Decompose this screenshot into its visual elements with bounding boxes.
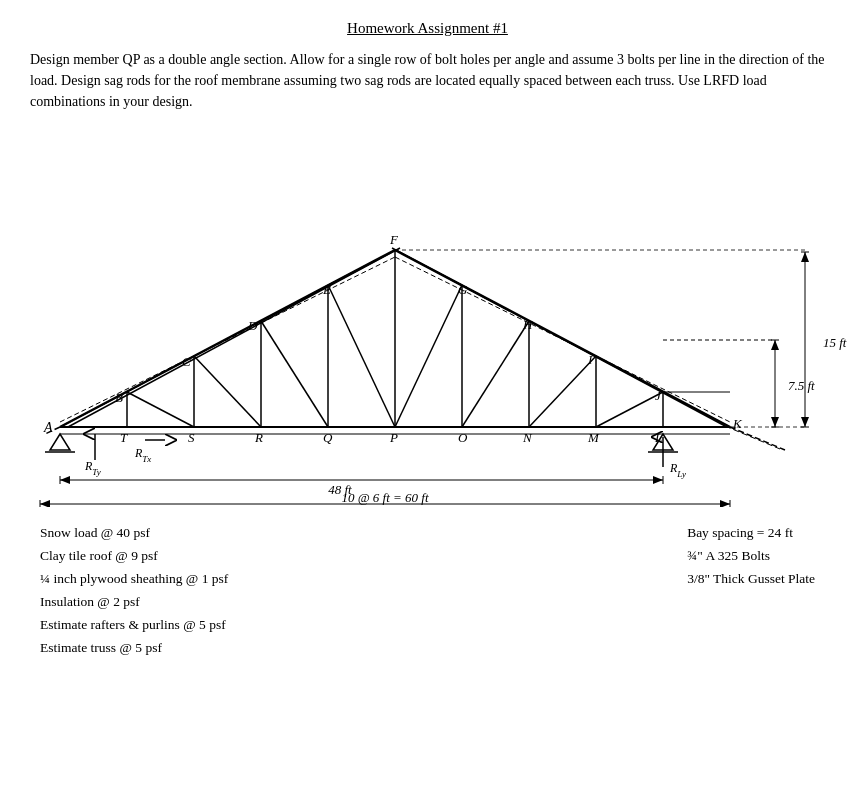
svg-line-36 xyxy=(596,356,663,392)
svg-line-12 xyxy=(127,392,194,427)
label-T: T xyxy=(120,430,128,445)
load-insulation: Insulation @ 2 psf xyxy=(40,591,228,614)
label-G: G xyxy=(458,282,468,297)
bottom-info: Snow load @ 40 psf Clay tile roof @ 9 ps… xyxy=(30,522,825,660)
label-F: F xyxy=(389,232,399,247)
label-N: N xyxy=(522,430,533,445)
label-RLy: RLy xyxy=(669,461,686,479)
svg-line-35 xyxy=(596,392,663,427)
svg-marker-50 xyxy=(653,476,663,484)
label-K: K xyxy=(732,416,743,431)
svg-line-29 xyxy=(462,321,529,427)
svg-line-24 xyxy=(328,250,395,285)
label-A: A xyxy=(43,420,53,435)
page-title: Homework Assignment #1 xyxy=(30,20,825,37)
diagram-area: A B C D E F G H I J K L M N O P Q R S xyxy=(30,132,825,512)
label-P: P xyxy=(389,430,398,445)
label-B: B xyxy=(115,390,123,405)
svg-line-37 xyxy=(663,392,730,427)
svg-marker-54 xyxy=(40,500,50,507)
svg-marker-49 xyxy=(60,476,70,484)
label-I: I xyxy=(587,352,593,367)
label-Q: Q xyxy=(323,430,333,445)
bay-spacing: Bay spacing = 24 ft xyxy=(687,522,815,545)
load-plywood: ¼ inch plywood sheathing @ 1 psf xyxy=(40,568,228,591)
svg-line-18 xyxy=(261,321,328,427)
svg-line-30 xyxy=(462,285,529,321)
dim-75ft: 7.5 ft xyxy=(788,378,815,393)
label-H: H xyxy=(522,317,533,332)
svg-line-21 xyxy=(328,285,395,427)
label-RTx: RTx xyxy=(134,446,151,464)
loads-right: Bay spacing = 24 ft ¾" A 325 Bolts 3/8" … xyxy=(687,522,815,660)
svg-marker-65 xyxy=(771,417,779,427)
load-truss: Estimate truss @ 5 psf xyxy=(40,637,228,660)
svg-line-22 xyxy=(261,285,328,321)
load-rafters: Estimate rafters & purlins @ 5 psf xyxy=(40,614,228,637)
label-E: E xyxy=(322,282,331,297)
load-clay: Clay tile roof @ 9 psf xyxy=(40,545,228,568)
label-RTy: RTy xyxy=(84,459,101,477)
svg-line-15 xyxy=(194,356,261,427)
svg-line-32 xyxy=(529,356,596,427)
svg-marker-55 xyxy=(720,500,730,507)
label-C: C xyxy=(182,354,191,369)
svg-marker-59 xyxy=(801,252,809,262)
bolts: ¾" A 325 Bolts xyxy=(687,545,815,568)
svg-line-26 xyxy=(395,285,462,427)
load-snow: Snow load @ 40 psf xyxy=(40,522,228,545)
svg-marker-64 xyxy=(771,340,779,350)
label-S: S xyxy=(188,430,195,445)
description: Design member QP as a double angle secti… xyxy=(30,49,825,112)
loads-left: Snow load @ 40 psf Clay tile roof @ 9 ps… xyxy=(40,522,228,660)
support-left xyxy=(50,434,70,450)
label-R: R xyxy=(254,430,263,445)
label-O: O xyxy=(458,430,468,445)
svg-line-33 xyxy=(529,321,596,356)
label-D: D xyxy=(247,318,258,333)
svg-line-9 xyxy=(60,257,395,422)
svg-marker-60 xyxy=(801,417,809,427)
label-M: M xyxy=(587,430,600,445)
dim-15ft: 15 ft xyxy=(823,335,847,350)
gusset: 3/8" Thick Gusset Plate xyxy=(687,568,815,591)
svg-line-27 xyxy=(395,250,462,285)
dim-60ft: 10 @ 6 ft = 60 ft xyxy=(341,490,429,505)
